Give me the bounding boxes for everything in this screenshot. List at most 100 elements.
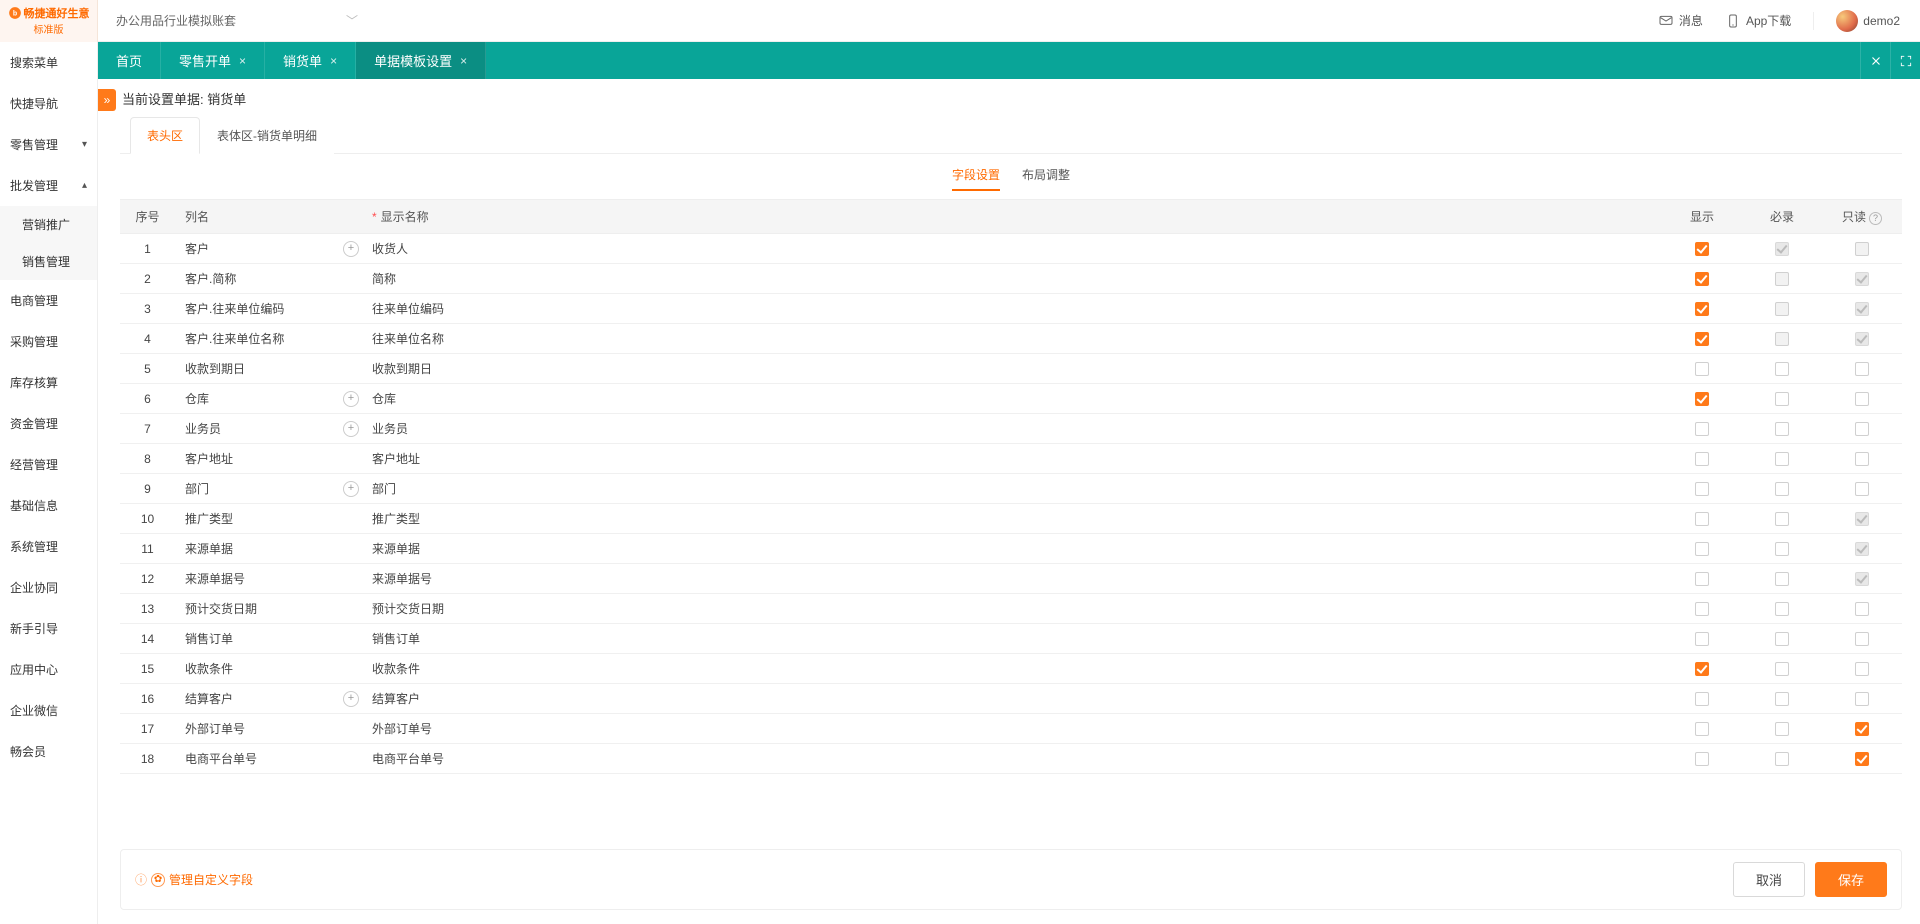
sidebar-item[interactable]: 企业微信 (0, 690, 97, 731)
checkbox[interactable] (1695, 542, 1709, 556)
cell-display-name[interactable]: 仓库 (362, 384, 1662, 414)
checkbox[interactable] (1775, 452, 1789, 466)
checkbox[interactable] (1855, 632, 1869, 646)
messages-button[interactable]: 消息 (1658, 12, 1703, 29)
fullscreen-button[interactable] (1890, 42, 1920, 79)
checkbox[interactable] (1855, 452, 1869, 466)
checkbox[interactable] (1775, 602, 1789, 616)
checkbox[interactable] (1695, 452, 1709, 466)
manage-custom-fields-link[interactable]: ⓘ ✿ 管理自定义字段 (135, 871, 253, 888)
cell-display-name[interactable]: 往来单位编码 (362, 294, 1662, 324)
cell-display-name[interactable]: 预计交货日期 (362, 594, 1662, 624)
cell-display-name[interactable]: 业务员 (362, 414, 1662, 444)
sidebar-item[interactable]: 电商管理 (0, 280, 97, 321)
checkbox[interactable] (1695, 632, 1709, 646)
checkbox[interactable] (1855, 362, 1869, 376)
sidebar-item[interactable]: 零售管理▾ (0, 124, 97, 165)
close-all-tabs-button[interactable] (1860, 42, 1890, 79)
help-icon[interactable]: ? (1869, 212, 1882, 225)
cell-display-name[interactable]: 部门 (362, 474, 1662, 504)
checkbox[interactable] (1855, 422, 1869, 436)
checkbox[interactable] (1695, 362, 1709, 376)
workspace-tab[interactable]: 销货单× (265, 42, 356, 79)
expand-row-button[interactable]: + (343, 391, 359, 407)
checkbox[interactable] (1775, 662, 1789, 676)
checkbox[interactable] (1775, 572, 1789, 586)
expand-row-button[interactable]: + (343, 241, 359, 257)
cell-display-name[interactable]: 客户地址 (362, 444, 1662, 474)
cell-display-name[interactable]: 结算客户 (362, 684, 1662, 714)
checkbox[interactable] (1695, 332, 1709, 346)
checkbox[interactable] (1775, 752, 1789, 766)
cell-display-name[interactable]: 来源单据 (362, 534, 1662, 564)
view-tab-field-settings[interactable]: 字段设置 (952, 166, 1000, 191)
sidebar-item[interactable]: 系统管理 (0, 526, 97, 567)
checkbox[interactable] (1855, 692, 1869, 706)
sidebar-item[interactable]: 经营管理 (0, 444, 97, 485)
checkbox[interactable] (1775, 362, 1789, 376)
checkbox[interactable] (1775, 512, 1789, 526)
workspace-tab[interactable]: 单据模板设置× (356, 42, 486, 79)
expand-row-button[interactable]: + (343, 421, 359, 437)
sidebar-item[interactable]: 资金管理 (0, 403, 97, 444)
sidebar-item[interactable]: 应用中心 (0, 649, 97, 690)
sidebar-item[interactable]: 基础信息 (0, 485, 97, 526)
fields-table-wrap[interactable]: 序号 列名 *显示名称 显示 必录 只读? 1客户+收货人2客户.简称简称3客户… (120, 199, 1902, 841)
checkbox[interactable] (1695, 512, 1709, 526)
cell-display-name[interactable]: 收货人 (362, 234, 1662, 264)
checkbox[interactable] (1695, 572, 1709, 586)
checkbox[interactable] (1695, 692, 1709, 706)
checkbox[interactable] (1695, 392, 1709, 406)
cell-display-name[interactable]: 来源单据号 (362, 564, 1662, 594)
checkbox[interactable] (1695, 482, 1709, 496)
checkbox[interactable] (1695, 722, 1709, 736)
checkbox[interactable] (1695, 242, 1709, 256)
checkbox[interactable] (1775, 692, 1789, 706)
close-icon[interactable]: × (460, 54, 467, 68)
close-icon[interactable]: × (239, 54, 246, 68)
checkbox[interactable] (1855, 392, 1869, 406)
sidebar-sub-item[interactable]: 营销推广 (0, 206, 97, 243)
checkbox[interactable] (1775, 542, 1789, 556)
workspace-tab[interactable]: 首页 (98, 42, 161, 79)
sidebar-item[interactable]: 库存核算 (0, 362, 97, 403)
expand-panel-toggle[interactable]: » (98, 89, 116, 111)
cell-display-name[interactable]: 简称 (362, 264, 1662, 294)
checkbox[interactable] (1695, 272, 1709, 286)
area-tab-body[interactable]: 表体区-销货单明细 (200, 117, 334, 154)
expand-row-button[interactable]: + (343, 691, 359, 707)
cell-display-name[interactable]: 外部订单号 (362, 714, 1662, 744)
checkbox[interactable] (1855, 662, 1869, 676)
sidebar-item[interactable]: 搜索菜单 (0, 42, 97, 83)
checkbox[interactable] (1855, 482, 1869, 496)
account-selector[interactable]: 办公用品行业模拟账套 ﹀ (98, 12, 376, 29)
checkbox[interactable] (1775, 482, 1789, 496)
checkbox[interactable] (1775, 722, 1789, 736)
cancel-button[interactable]: 取消 (1733, 862, 1805, 897)
sidebar-item[interactable]: 批发管理▴ (0, 165, 97, 206)
save-button[interactable]: 保存 (1815, 862, 1887, 897)
checkbox[interactable] (1695, 752, 1709, 766)
cell-display-name[interactable]: 推广类型 (362, 504, 1662, 534)
sidebar-item[interactable]: 畅会员 (0, 731, 97, 772)
checkbox[interactable] (1775, 392, 1789, 406)
checkbox[interactable] (1855, 602, 1869, 616)
checkbox[interactable] (1695, 602, 1709, 616)
app-download-button[interactable]: App下载 (1725, 12, 1791, 29)
checkbox[interactable] (1695, 422, 1709, 436)
sidebar-item[interactable]: 企业协同 (0, 567, 97, 608)
sidebar-sub-item[interactable]: 销售管理 (0, 243, 97, 280)
cell-display-name[interactable]: 往来单位名称 (362, 324, 1662, 354)
checkbox[interactable] (1855, 752, 1869, 766)
expand-row-button[interactable]: + (343, 481, 359, 497)
checkbox[interactable] (1775, 422, 1789, 436)
checkbox[interactable] (1775, 632, 1789, 646)
checkbox[interactable] (1695, 302, 1709, 316)
user-menu[interactable]: demo2 (1836, 10, 1900, 32)
sidebar-item[interactable]: 新手引导 (0, 608, 97, 649)
workspace-tab[interactable]: 零售开单× (161, 42, 265, 79)
cell-display-name[interactable]: 电商平台单号 (362, 744, 1662, 774)
sidebar-item[interactable]: 采购管理 (0, 321, 97, 362)
cell-display-name[interactable]: 收款条件 (362, 654, 1662, 684)
checkbox[interactable] (1855, 722, 1869, 736)
